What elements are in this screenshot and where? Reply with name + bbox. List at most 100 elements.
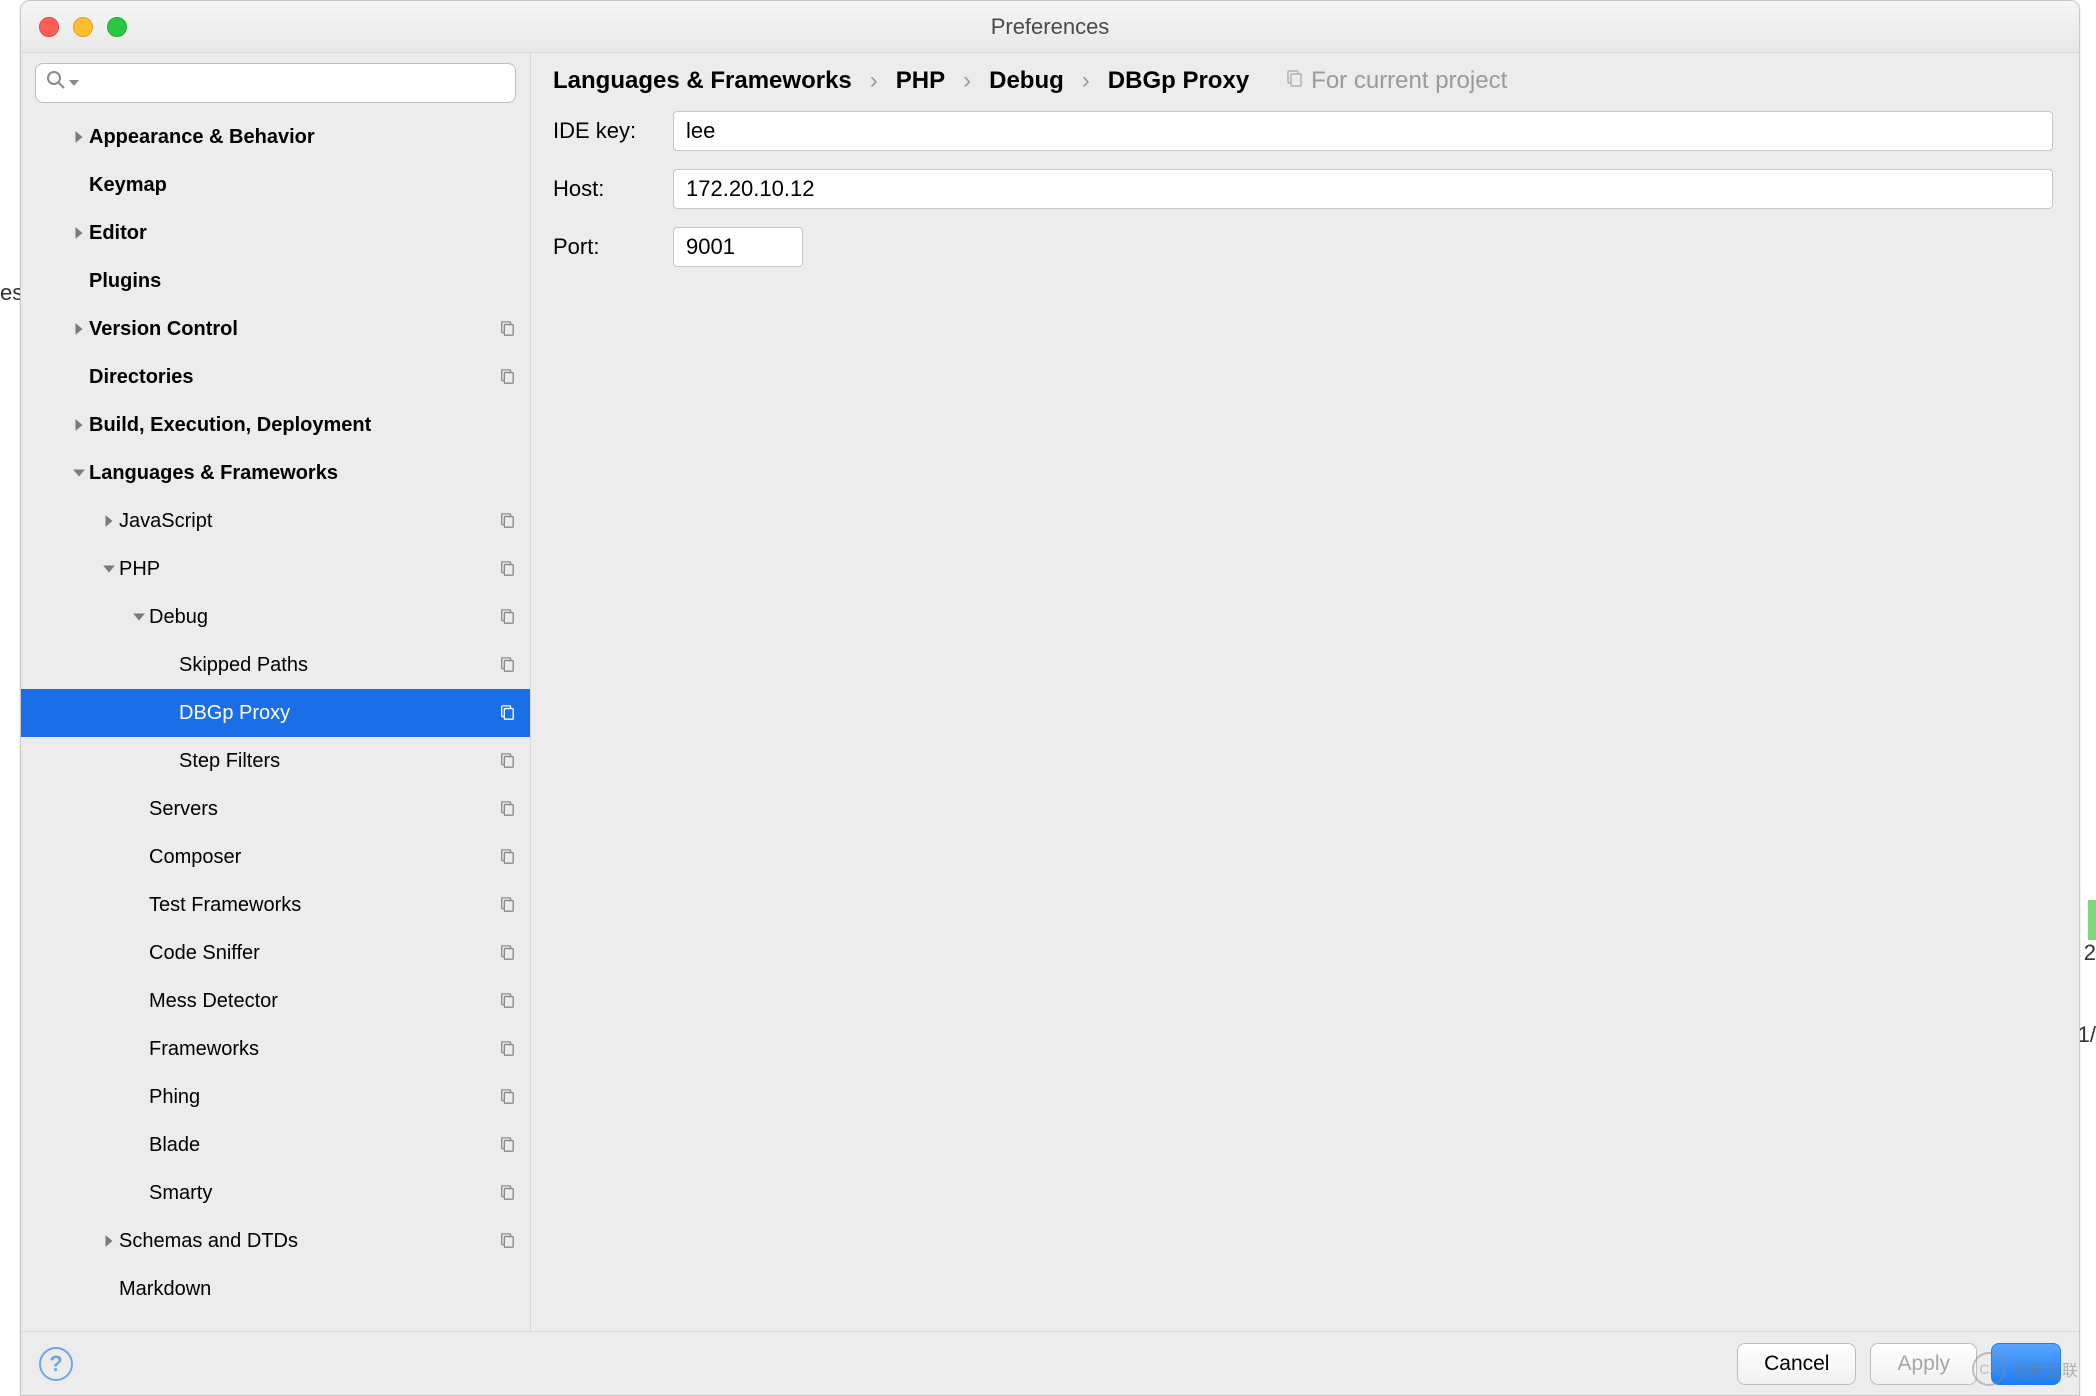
sidebar-item-phing[interactable]: Phing <box>21 1073 530 1121</box>
copy-icon <box>494 945 520 961</box>
search-wrap <box>21 53 530 113</box>
copy-icon <box>494 753 520 769</box>
sidebar-item-label: Test Frameworks <box>149 894 494 917</box>
sidebar-item-label: Keymap <box>89 174 494 197</box>
sidebar-item-label: Schemas and DTDs <box>119 1230 494 1253</box>
sidebar-item-label: Languages & Frameworks <box>89 462 494 485</box>
sidebar-item-label: Skipped Paths <box>179 654 494 677</box>
breadcrumb-part[interactable]: Languages & Frameworks <box>553 67 852 95</box>
apply-button[interactable]: Apply <box>1870 1343 1977 1385</box>
sidebar-item-label: Phing <box>149 1086 494 1109</box>
breadcrumb-part: DBGp Proxy <box>1108 67 1249 95</box>
search-field[interactable] <box>35 63 516 103</box>
host-input[interactable] <box>673 169 2053 209</box>
sidebar-item-label: Servers <box>149 798 494 821</box>
chevron-down-icon[interactable] <box>69 466 89 480</box>
sidebar-item-step-filters[interactable]: Step Filters <box>21 737 530 785</box>
sidebar: Appearance & Behavior Keymap Editor Plugins… <box>21 53 531 1331</box>
copy-icon <box>494 897 520 913</box>
chevron-right-icon[interactable] <box>99 1234 119 1248</box>
sidebar-item-label: JavaScript <box>119 510 494 533</box>
sidebar-item-label: PHP <box>119 558 494 581</box>
sidebar-item-php[interactable]: PHP <box>21 545 530 593</box>
sidebar-item-keymap[interactable]: Keymap <box>21 161 530 209</box>
sidebar-item-languages-frameworks[interactable]: Languages & Frameworks <box>21 449 530 497</box>
traffic-lights <box>39 17 127 37</box>
sidebar-item-markdown[interactable]: Markdown <box>21 1265 530 1313</box>
sidebar-item-label: Markdown <box>119 1278 494 1301</box>
chevron-down-icon[interactable] <box>99 562 119 576</box>
breadcrumb-part[interactable]: PHP <box>896 67 945 95</box>
window-title: Preferences <box>21 14 2079 40</box>
sidebar-item-directories[interactable]: Directories <box>21 353 530 401</box>
search-input[interactable] <box>86 72 505 95</box>
sidebar-item-label: Mess Detector <box>149 990 494 1013</box>
copy-icon <box>494 993 520 1009</box>
breadcrumb-part[interactable]: Debug <box>989 67 1064 95</box>
project-scope-hint-label: For current project <box>1311 67 1507 95</box>
sidebar-item-code-sniffer[interactable]: Code Sniffer <box>21 929 530 977</box>
sidebar-item-editor[interactable]: Editor <box>21 209 530 257</box>
sidebar-item-label: Step Filters <box>179 750 494 773</box>
close-icon[interactable] <box>39 17 59 37</box>
sidebar-item-mess-detector[interactable]: Mess Detector <box>21 977 530 1025</box>
chevron-right-icon[interactable] <box>99 514 119 528</box>
sidebar-item-servers[interactable]: Servers <box>21 785 530 833</box>
chevron-right-icon: › <box>1082 67 1090 95</box>
sidebar-item-plugins[interactable]: Plugins <box>21 257 530 305</box>
sidebar-item-composer[interactable]: Composer <box>21 833 530 881</box>
maximize-icon[interactable] <box>107 17 127 37</box>
copy-icon <box>494 369 520 385</box>
copy-icon <box>494 1041 520 1057</box>
sidebar-item-test-frameworks[interactable]: Test Frameworks <box>21 881 530 929</box>
titlebar: Preferences <box>21 1 2079 53</box>
copy-icon <box>494 561 520 577</box>
ide-key-input[interactable] <box>673 111 2053 151</box>
background-text-right-1: 2 <box>2078 940 2096 966</box>
copy-icon <box>494 1185 520 1201</box>
port-label: Port: <box>553 234 673 260</box>
sidebar-item-build-execution-deployment[interactable]: Build, Execution, Deployment <box>21 401 530 449</box>
project-scope-hint: For current project <box>1285 67 1507 95</box>
minimize-icon[interactable] <box>73 17 93 37</box>
sidebar-item-label: Composer <box>149 846 494 869</box>
chevron-down-icon[interactable] <box>68 72 80 95</box>
sidebar-item-label: Plugins <box>89 270 494 293</box>
copy-icon <box>494 705 520 721</box>
sidebar-item-blade[interactable]: Blade <box>21 1121 530 1169</box>
chevron-right-icon[interactable] <box>69 226 89 240</box>
chevron-right-icon[interactable] <box>69 130 89 144</box>
settings-tree[interactable]: Appearance & Behavior Keymap Editor Plugins… <box>21 113 530 1331</box>
sidebar-item-version-control[interactable]: Version Control <box>21 305 530 353</box>
sidebar-item-label: Build, Execution, Deployment <box>89 414 494 437</box>
sidebar-item-label: Blade <box>149 1134 494 1157</box>
sidebar-item-javascript[interactable]: JavaScript <box>21 497 530 545</box>
copy-icon <box>494 657 520 673</box>
copy-icon <box>494 609 520 625</box>
help-button[interactable]: ? <box>39 1347 73 1381</box>
sidebar-item-smarty[interactable]: Smarty <box>21 1169 530 1217</box>
sidebar-item-skipped-paths[interactable]: Skipped Paths <box>21 641 530 689</box>
sidebar-item-label: Editor <box>89 222 494 245</box>
watermark-text: 创新互联 <box>2014 1357 2078 1381</box>
watermark-logo-icon: CX <box>1972 1352 2006 1386</box>
sidebar-item-dbgp-proxy[interactable]: DBGp Proxy <box>21 689 530 737</box>
sidebar-item-frameworks[interactable]: Frameworks <box>21 1025 530 1073</box>
copy-icon <box>494 1233 520 1249</box>
chevron-right-icon: › <box>870 67 878 95</box>
port-input[interactable] <box>673 227 803 267</box>
host-label: Host: <box>553 176 673 202</box>
copy-icon <box>494 1089 520 1105</box>
cancel-button[interactable]: Cancel <box>1737 1343 1856 1385</box>
sidebar-item-debug[interactable]: Debug <box>21 593 530 641</box>
chevron-right-icon: › <box>963 67 971 95</box>
sidebar-item-schemas-and-dtds[interactable]: Schemas and DTDs <box>21 1217 530 1265</box>
form-row-port: Port: <box>553 227 2053 267</box>
chevron-down-icon[interactable] <box>129 610 149 624</box>
chevron-right-icon[interactable] <box>69 322 89 336</box>
sidebar-item-label: Appearance & Behavior <box>89 126 494 149</box>
background-text-right: 2 1/ <box>2078 940 2096 1104</box>
sidebar-item-appearance-behavior[interactable]: Appearance & Behavior <box>21 113 530 161</box>
chevron-right-icon[interactable] <box>69 418 89 432</box>
copy-icon <box>494 801 520 817</box>
